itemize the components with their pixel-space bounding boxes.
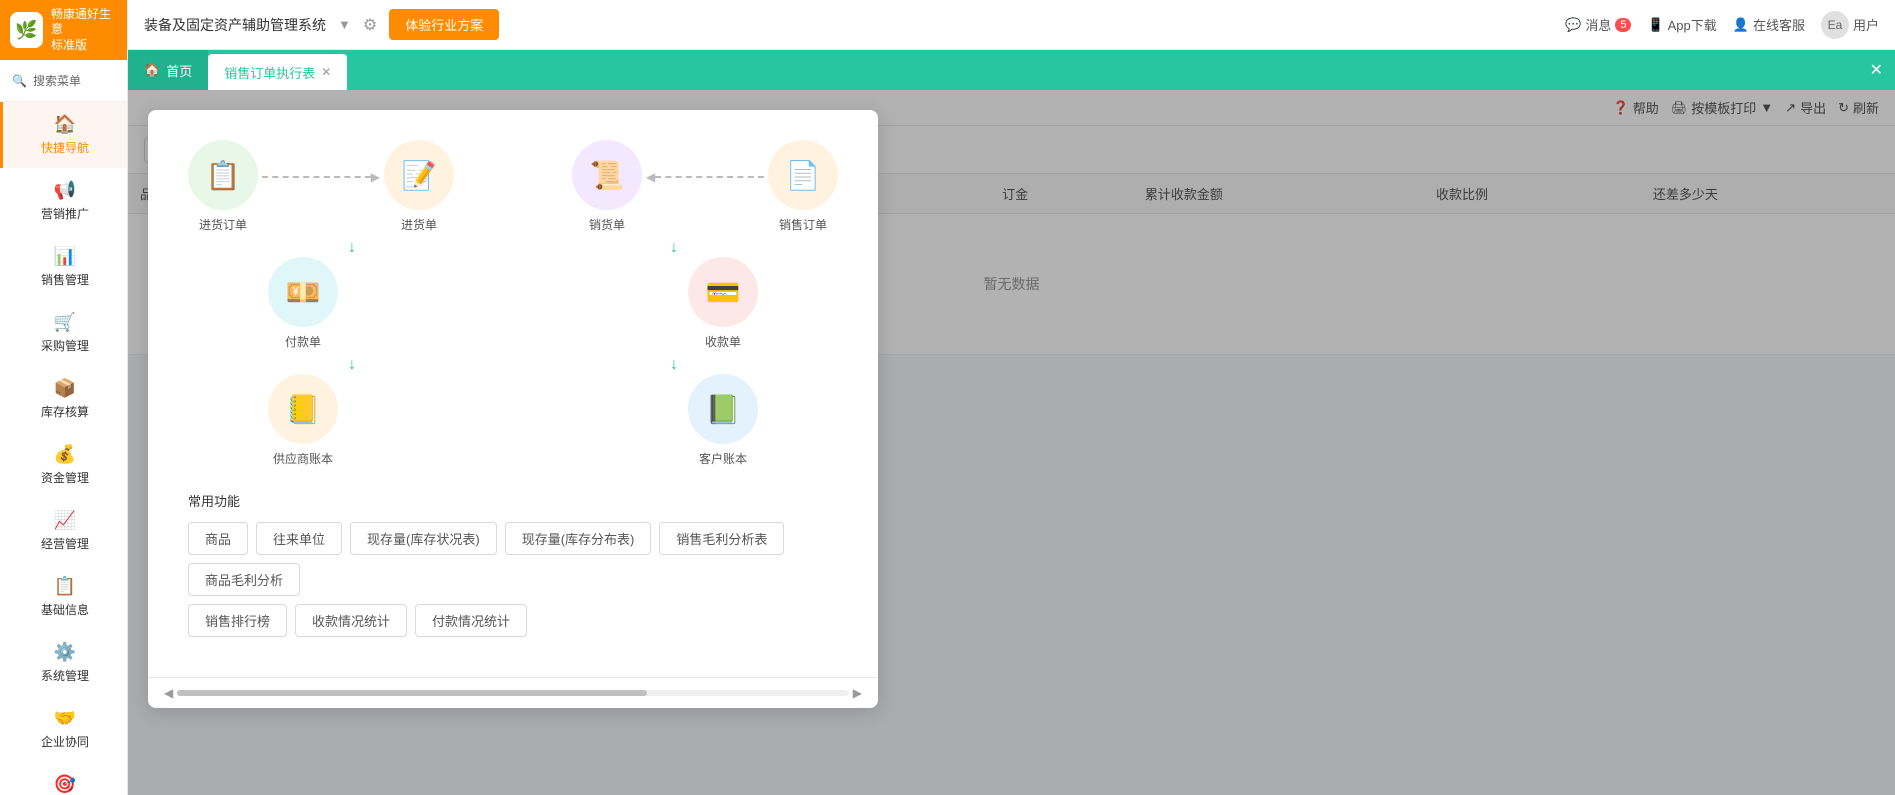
online-service-button[interactable]: 👤 在线客服 xyxy=(1733,15,1805,34)
scroll-left-icon[interactable]: ◀ xyxy=(164,686,173,700)
tab-sales-order-exec[interactable]: 销售订单执行表 ✕ xyxy=(208,54,347,90)
flow-diagram: 📋 进货订单 ▶ 📝 xyxy=(188,140,838,467)
common-functions-title: 常用功能 xyxy=(188,491,838,510)
tab-bar-close-button[interactable]: ✕ xyxy=(1870,50,1895,90)
message-badge: 5 xyxy=(1615,18,1631,32)
sidebar: 🌿 畅康通好生意 标准版 🔍 搜索菜单 🏠 快捷导航 📢 营销推广 📊 xyxy=(0,0,128,795)
sales-icon: 📊 xyxy=(54,246,76,267)
func-btn-product-margin[interactable]: 商品毛利分析 xyxy=(188,563,300,596)
tab-home[interactable]: 🏠 首页 xyxy=(128,50,208,90)
beginner-icon: 🎯 xyxy=(54,774,76,795)
tab-bar: 🏠 首页 销售订单执行表 ✕ ✕ xyxy=(128,50,1895,90)
supplier-ledger-node[interactable]: 📒 供应商账本 xyxy=(268,374,338,467)
func-buttons-row1: 商品 往来单位 现存量(库存状况表) 现存量(库存分布表) 销售毛利分析表 商品… xyxy=(188,522,838,596)
popup-scrollbar: ◀ ▶ xyxy=(148,677,878,708)
message-button[interactable]: 💬 消息 5 xyxy=(1565,15,1631,34)
scrollbar-thumb[interactable] xyxy=(177,690,647,696)
dropdown-arrow-icon[interactable]: ▼ xyxy=(338,17,351,32)
app-download-button[interactable]: 📱 App下载 xyxy=(1647,15,1716,34)
down-arrow-customer: ↓ xyxy=(670,356,678,373)
sidebar-item-purchase[interactable]: 🛒 采购管理 xyxy=(0,300,127,366)
main-area: 装备及固定资产辅助管理系统 ▼ ⚙ 体验行业方案 💬 消息 5 📱 App下载 … xyxy=(128,0,1895,795)
down-arrow-supplier: ↓ xyxy=(348,356,356,373)
func-buttons-row2: 销售排行榜 收款情况统计 付款情况统计 xyxy=(188,604,838,637)
sales-receipt-node[interactable]: 📜 销货单 xyxy=(572,140,642,233)
search-icon: 🔍 xyxy=(12,74,27,88)
sidebar-nav: 🏠 快捷导航 📢 营销推广 📊 销售管理 🛒 采购管理 📦 库存核算 💰 xyxy=(0,102,127,795)
logo-icon: 🌿 xyxy=(10,12,43,48)
func-btn-stock-status[interactable]: 现存量(库存状况表) xyxy=(350,522,497,555)
sidebar-item-operations[interactable]: 📈 经营管理 xyxy=(0,498,127,564)
receipt-node[interactable]: 💳 收款单 xyxy=(688,257,758,350)
scroll-right-icon[interactable]: ▶ xyxy=(853,686,862,700)
func-btn-payment-stats[interactable]: 付款情况统计 xyxy=(415,604,527,637)
header-right: 💬 消息 5 📱 App下载 👤 在线客服 Ea 用户 xyxy=(1565,11,1879,39)
search-menu-button[interactable]: 🔍 搜索菜单 xyxy=(8,68,119,93)
avatar: Ea xyxy=(1821,11,1849,39)
base-info-icon: 📋 xyxy=(54,576,76,597)
purchase-icon: 🛒 xyxy=(54,312,76,333)
home-tab-icon: 🏠 xyxy=(144,62,160,78)
func-btn-product[interactable]: 商品 xyxy=(188,522,248,555)
sidebar-item-base-info[interactable]: 📋 基础信息 xyxy=(0,564,127,630)
sidebar-item-beginner[interactable]: 🎯 新手引导 xyxy=(0,762,127,795)
tab-close-icon[interactable]: ✕ xyxy=(321,65,331,79)
receipt-icon: 💳 xyxy=(688,257,758,327)
down-arrow-receipt: ↓ xyxy=(670,239,678,257)
inventory-icon: 📦 xyxy=(54,378,76,399)
purchase-order-icon: 📋 xyxy=(188,140,258,210)
sidebar-item-sys-mgmt[interactable]: ⚙️ 系统管理 xyxy=(0,630,127,696)
home-icon: 🏠 xyxy=(54,114,76,135)
func-btn-receipt-stats[interactable]: 收款情况统计 xyxy=(295,604,407,637)
finance-icon: 💰 xyxy=(54,444,76,465)
func-btn-stock-dist[interactable]: 现存量(库存分布表) xyxy=(505,522,652,555)
enterprise-icon: 🤝 xyxy=(54,708,76,729)
supplier-ledger-icon: 📒 xyxy=(268,374,338,444)
marketing-icon: 📢 xyxy=(54,180,76,201)
purchase-order-node[interactable]: 📋 进货订单 xyxy=(188,140,258,233)
sidebar-item-enterprise[interactable]: 🤝 企业协同 xyxy=(0,696,127,762)
sidebar-item-marketing[interactable]: 📢 营销推广 xyxy=(0,168,127,234)
service-icon: 👤 xyxy=(1733,17,1749,33)
sidebar-item-sales[interactable]: 📊 销售管理 xyxy=(0,234,127,300)
gear-icon[interactable]: ⚙ xyxy=(363,15,377,35)
download-icon: 📱 xyxy=(1647,17,1663,33)
sales-receipt-icon: 📜 xyxy=(572,140,642,210)
app-logo: 🌿 畅康通好生意 标准版 xyxy=(0,0,127,60)
sidebar-item-inventory[interactable]: 📦 库存核算 xyxy=(0,366,127,432)
sidebar-item-quick-nav[interactable]: 🏠 快捷导航 xyxy=(0,102,127,168)
user-menu[interactable]: Ea 用户 xyxy=(1821,11,1879,39)
sales-order-node[interactable]: 📄 销售订单 xyxy=(768,140,838,233)
content-area: ❓ 帮助 🖨 按模板打印 ▼ ↗ 导出 ↻ 刷新 xyxy=(128,90,1895,795)
func-btn-sales-ranking[interactable]: 销售排行榜 xyxy=(188,604,287,637)
experience-button[interactable]: 体验行业方案 xyxy=(389,9,499,40)
operations-icon: 📈 xyxy=(54,510,76,531)
system-title: 装备及固定资产辅助管理系统 xyxy=(144,15,326,35)
top-header: 装备及固定资产辅助管理系统 ▼ ⚙ 体验行业方案 💬 消息 5 📱 App下载 … xyxy=(128,0,1895,50)
logo-text: 畅康通好生意 标准版 xyxy=(51,7,117,54)
purchase-receipt-node[interactable]: 📝 进货单 xyxy=(384,140,454,233)
sales-order-icon: 📄 xyxy=(768,140,838,210)
common-functions-section: 常用功能 商品 往来单位 现存量(库存状况表) 现存量(库存分布表) 销售毛利分… xyxy=(188,491,838,647)
func-btn-partner[interactable]: 往来单位 xyxy=(256,522,342,555)
flow-popup: 📋 进货订单 ▶ 📝 xyxy=(148,110,878,708)
sys-icon: ⚙️ xyxy=(54,642,76,663)
payment-icon: 💴 xyxy=(268,257,338,327)
sidebar-item-finance[interactable]: 💰 资金管理 xyxy=(0,432,127,498)
customer-ledger-node[interactable]: 📗 客户账本 xyxy=(688,374,758,467)
message-icon: 💬 xyxy=(1565,17,1581,33)
popup-overlay[interactable]: 📋 进货订单 ▶ 📝 xyxy=(128,90,1895,795)
customer-ledger-icon: 📗 xyxy=(688,374,758,444)
sidebar-search[interactable]: 🔍 搜索菜单 xyxy=(0,60,127,102)
down-arrow-payment: ↓ xyxy=(348,239,356,257)
purchase-receipt-icon: 📝 xyxy=(384,140,454,210)
payment-node[interactable]: 💴 付款单 xyxy=(268,257,338,350)
func-btn-sales-margin[interactable]: 销售毛利分析表 xyxy=(659,522,784,555)
scrollbar-track[interactable] xyxy=(177,690,849,696)
